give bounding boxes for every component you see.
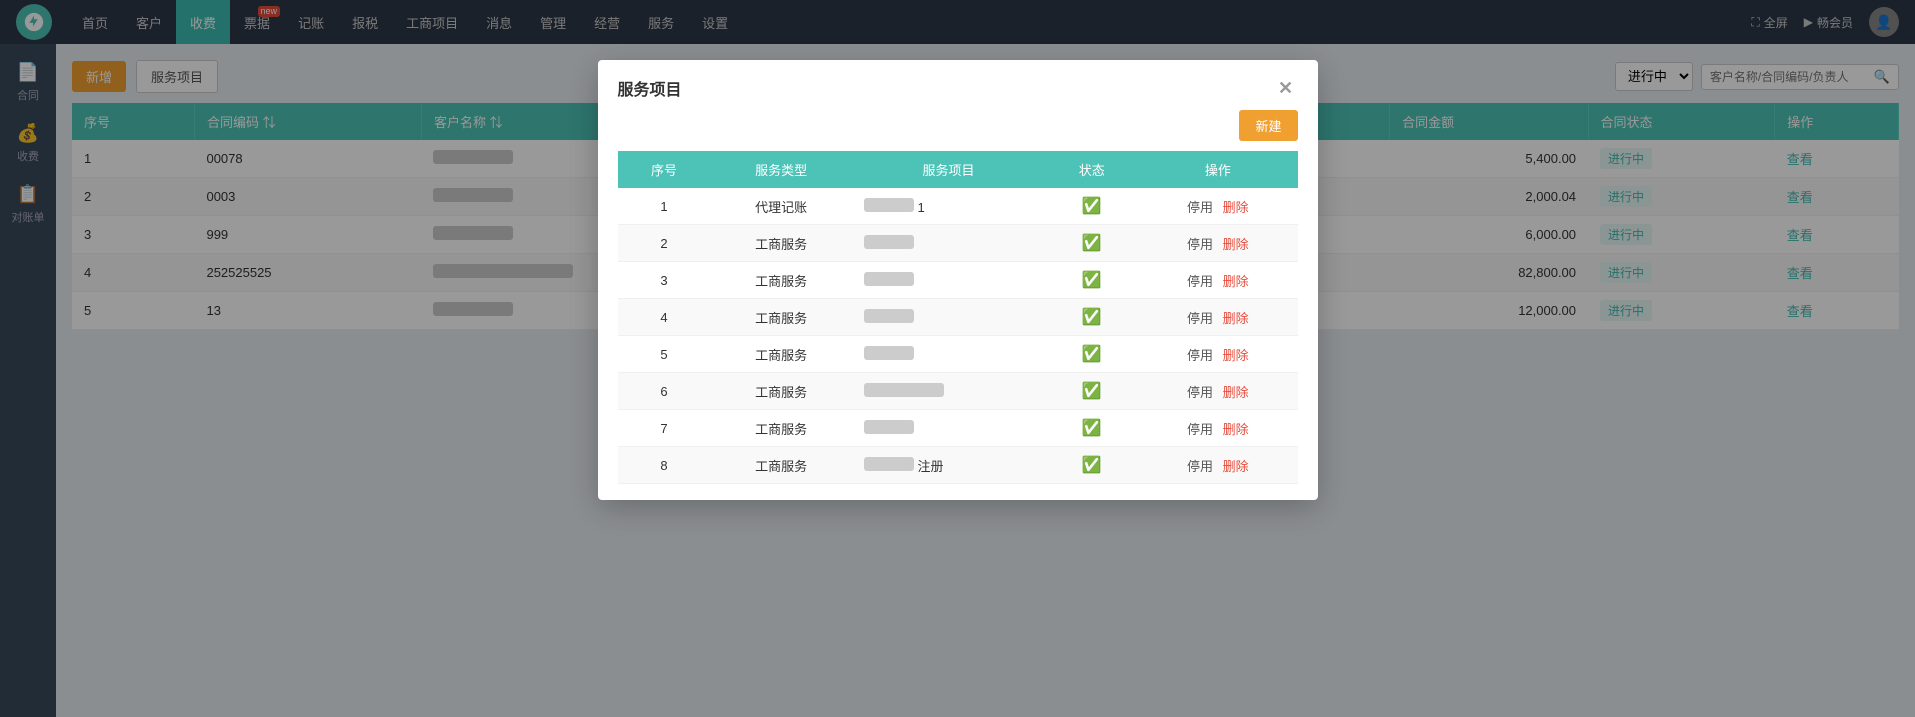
stop-button[interactable]: 停用 [1187,422,1213,437]
modal-col-action: 操作 [1138,151,1297,188]
modal-cell-status: ✅ [1045,447,1138,484]
modal-toolbar: 新建 [598,110,1318,151]
modal-cell-status: ✅ [1045,299,1138,336]
modal-cell-item [852,410,1045,447]
modal-table-row: 6 工商服务 ✅ 停用 删除 [618,373,1298,410]
modal-overlay[interactable]: 服务项目 ✕ 新建 序号 服务类型 服务项目 状态 操作 [0,0,1915,717]
modal-cell-item [852,262,1045,299]
status-check-icon: ✅ [1082,346,1102,363]
service-modal: 服务项目 ✕ 新建 序号 服务类型 服务项目 状态 操作 [598,60,1318,500]
modal-cell-seq: 7 [618,410,711,447]
modal-cell-seq: 1 [618,188,711,225]
modal-table-row: 5 工商服务 ✅ 停用 删除 [618,336,1298,373]
modal-col-type: 服务类型 [711,151,852,188]
status-check-icon: ✅ [1082,235,1102,252]
modal-cell-status: ✅ [1045,336,1138,373]
modal-cell-action: 停用 删除 [1138,299,1297,336]
modal-cell-status: ✅ [1045,188,1138,225]
modal-cell-action: 停用 删除 [1138,336,1297,373]
modal-cell-seq: 5 [618,336,711,373]
delete-button[interactable]: 删除 [1223,200,1249,215]
stop-button[interactable]: 停用 [1187,200,1213,215]
modal-cell-type: 工商服务 [711,373,852,410]
modal-table-row: 7 工商服务 ✅ 停用 删除 [618,410,1298,447]
modal-cell-action: 停用 删除 [1138,188,1297,225]
stop-button[interactable]: 停用 [1187,459,1213,474]
delete-button[interactable]: 删除 [1223,385,1249,400]
modal-table-row: 8 工商服务 注册 ✅ 停用 删除 [618,447,1298,484]
modal-cell-action: 停用 删除 [1138,410,1297,447]
modal-cell-item [852,225,1045,262]
modal-title: 服务项目 [618,76,682,100]
modal-cell-item: 1 [852,188,1045,225]
modal-cell-type: 工商服务 [711,447,852,484]
modal-close-button[interactable]: ✕ [1274,76,1298,100]
modal-table-row: 2 工商服务 ✅ 停用 删除 [618,225,1298,262]
modal-cell-status: ✅ [1045,225,1138,262]
modal-cell-action: 停用 删除 [1138,262,1297,299]
status-check-icon: ✅ [1082,198,1102,215]
modal-cell-item [852,299,1045,336]
modal-cell-status: ✅ [1045,410,1138,447]
modal-cell-type: 代理记账 [711,188,852,225]
delete-button[interactable]: 删除 [1223,422,1249,437]
status-check-icon: ✅ [1082,420,1102,437]
modal-cell-status: ✅ [1045,262,1138,299]
status-check-icon: ✅ [1082,309,1102,326]
modal-cell-type: 工商服务 [711,262,852,299]
stop-button[interactable]: 停用 [1187,385,1213,400]
modal-cell-action: 停用 删除 [1138,225,1297,262]
status-check-icon: ✅ [1082,272,1102,289]
modal-table-row: 4 工商服务 ✅ 停用 删除 [618,299,1298,336]
modal-table-row: 1 代理记账 1 ✅ 停用 删除 [618,188,1298,225]
modal-cell-seq: 2 [618,225,711,262]
stop-button[interactable]: 停用 [1187,237,1213,252]
modal-cell-seq: 6 [618,373,711,410]
modal-header: 服务项目 ✕ [598,60,1318,110]
modal-cell-seq: 3 [618,262,711,299]
stop-button[interactable]: 停用 [1187,311,1213,326]
modal-cell-status: ✅ [1045,373,1138,410]
modal-cell-type: 工商服务 [711,336,852,373]
modal-col-item: 服务项目 [852,151,1045,188]
stop-button[interactable]: 停用 [1187,348,1213,363]
delete-button[interactable]: 删除 [1223,348,1249,363]
modal-cell-item: 注册 [852,447,1045,484]
modal-cell-type: 工商服务 [711,299,852,336]
modal-cell-type: 工商服务 [711,225,852,262]
delete-button[interactable]: 删除 [1223,311,1249,326]
modal-cell-seq: 8 [618,447,711,484]
modal-col-seq: 序号 [618,151,711,188]
modal-cell-type: 工商服务 [711,410,852,447]
modal-table-row: 3 工商服务 ✅ 停用 删除 [618,262,1298,299]
modal-cell-item [852,336,1045,373]
delete-button[interactable]: 删除 [1223,237,1249,252]
delete-button[interactable]: 删除 [1223,274,1249,289]
modal-cell-action: 停用 删除 [1138,373,1297,410]
modal-col-status: 状态 [1045,151,1138,188]
modal-new-button[interactable]: 新建 [1239,110,1297,141]
delete-button[interactable]: 删除 [1223,459,1249,474]
status-check-icon: ✅ [1082,383,1102,400]
modal-cell-item [852,373,1045,410]
service-table: 序号 服务类型 服务项目 状态 操作 1 代理记账 1 ✅ 停用 删除 2 工商… [618,151,1298,484]
modal-cell-seq: 4 [618,299,711,336]
modal-cell-action: 停用 删除 [1138,447,1297,484]
status-check-icon: ✅ [1082,457,1102,474]
modal-table-header: 序号 服务类型 服务项目 状态 操作 [618,151,1298,188]
modal-body: 序号 服务类型 服务项目 状态 操作 1 代理记账 1 ✅ 停用 删除 2 工商… [598,151,1318,500]
stop-button[interactable]: 停用 [1187,274,1213,289]
